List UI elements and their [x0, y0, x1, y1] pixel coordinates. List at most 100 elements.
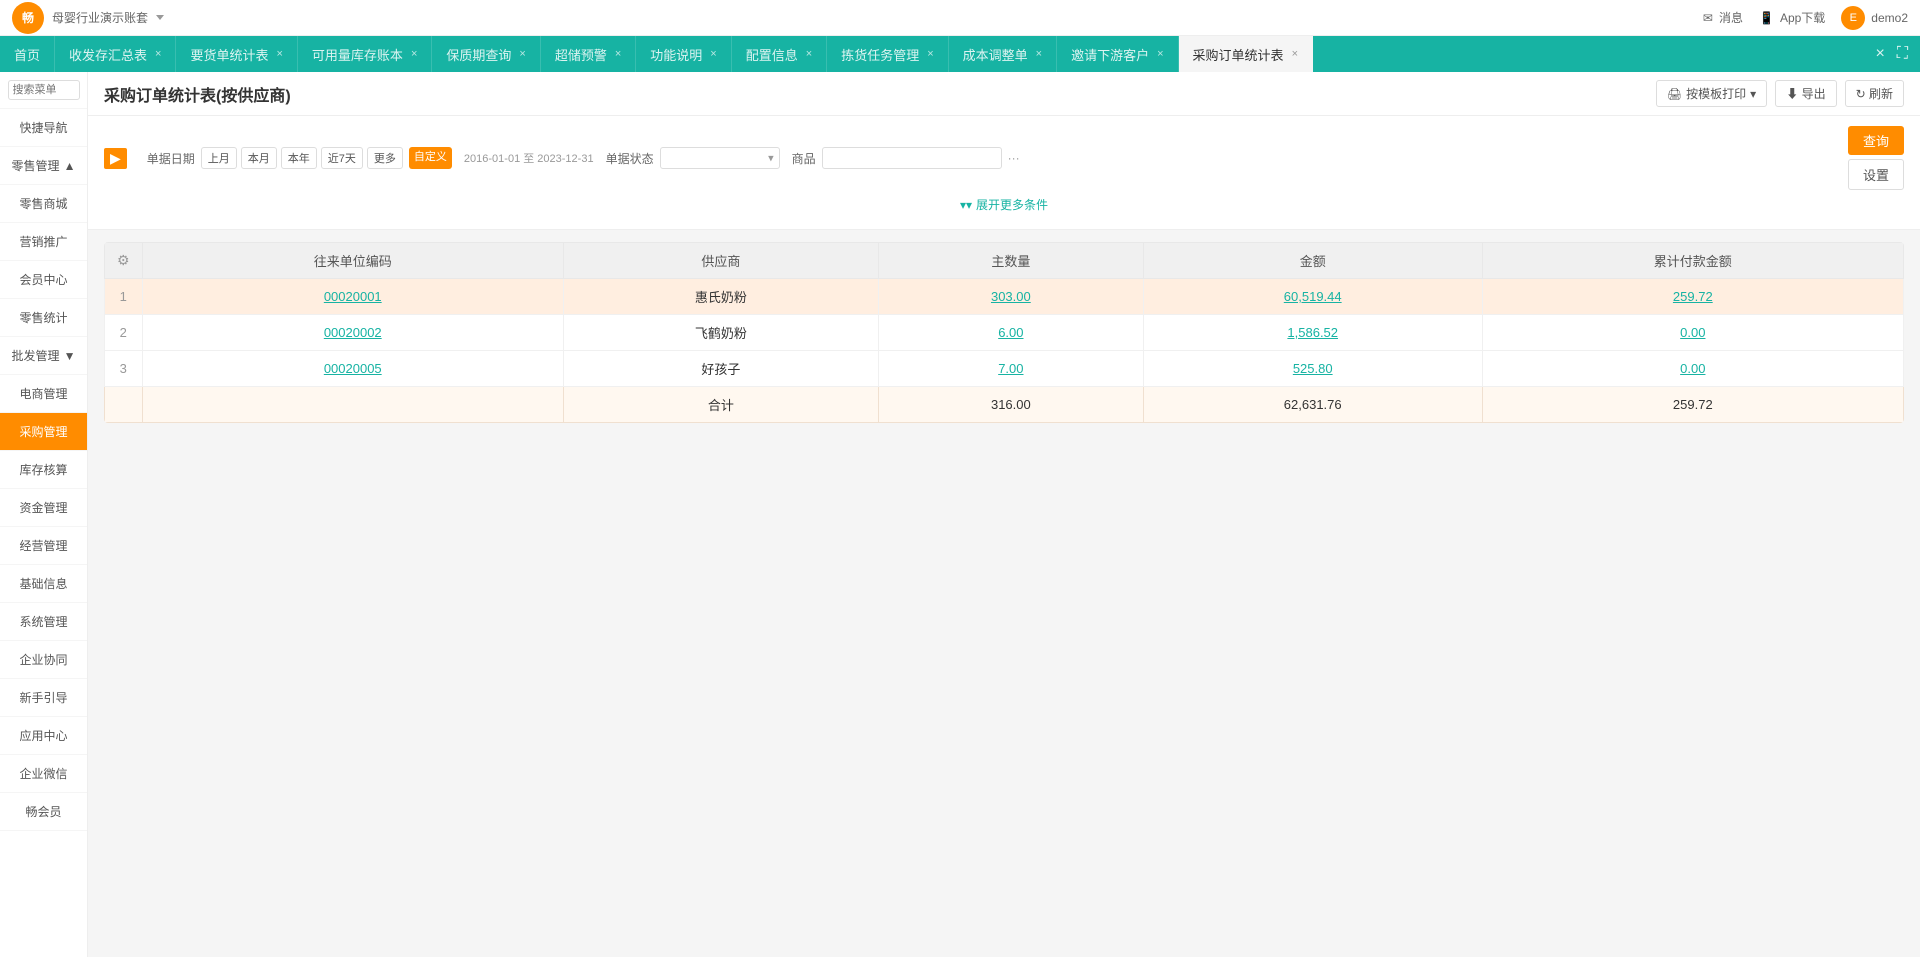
filter-row: ▶ 单据日期 上月 本月 本年 近7天 更多 自定义 2016-01-01 至 …	[104, 126, 1904, 190]
app-download-btn[interactable]: 📱 App下载	[1759, 9, 1825, 26]
more-dates-btn[interactable]: 更多	[367, 147, 403, 169]
close-icon[interactable]: ×	[927, 48, 933, 60]
close-icon[interactable]: ×	[1036, 48, 1042, 60]
sidebar-item-marketing[interactable]: 营销推广	[0, 223, 87, 261]
close-icon[interactable]: ×	[806, 48, 812, 60]
tab-available-stock[interactable]: 可用量库存账本 ×	[298, 36, 432, 72]
avatar: E	[1841, 6, 1865, 30]
export-icon: ⬇	[1786, 87, 1798, 101]
sidebar-search-area	[0, 72, 87, 109]
nav-tabs-bar: 首页 收发存汇总表 × 要货单统计表 × 可用量库存账本 × 保质期查询 × 超…	[0, 36, 1920, 72]
col-qty: 主数量	[878, 243, 1143, 279]
nav-bar-actions: × ⛶	[1871, 41, 1920, 67]
tab-cost-adjust[interactable]: 成本调整单 ×	[949, 36, 1057, 72]
close-icon[interactable]: ×	[615, 48, 621, 60]
tab-receive-summary[interactable]: 收发存汇总表 ×	[55, 36, 176, 72]
tab-invite-downstream[interactable]: 邀请下游客户 ×	[1057, 36, 1178, 72]
top-bar-right: ✉ 消息 📱 App下载 E demo2	[1703, 6, 1908, 30]
sidebar-item-operation[interactable]: 经营管理	[0, 527, 87, 565]
status-select-wrapper	[660, 147, 780, 169]
tab-expiry-query[interactable]: 保质期查询 ×	[432, 36, 540, 72]
table-row: 2 00020002 飞鹤奶粉 6.00 1,586.52 0.00	[105, 315, 1904, 351]
chevron-down-icon: ▾	[1750, 87, 1756, 101]
refresh-button[interactable]: ↻ 刷新	[1845, 80, 1904, 107]
date-quick-buttons: 上月 本月 本年 近7天 更多 自定义	[201, 147, 452, 169]
sidebar-item-retail-mall[interactable]: 零售商城	[0, 185, 87, 223]
col-settings: ⚙	[105, 243, 143, 279]
this-month-btn[interactable]: 本月	[241, 147, 277, 169]
last-7days-btn[interactable]: 近7天	[321, 147, 363, 169]
tab-order-summary[interactable]: 要货单统计表 ×	[176, 36, 297, 72]
message-icon: ✉	[1703, 11, 1713, 25]
tab-home[interactable]: 首页	[0, 36, 55, 72]
this-year-btn[interactable]: 本年	[281, 147, 317, 169]
sidebar-item-retail-mgmt[interactable]: 零售管理 ▲	[0, 147, 87, 185]
filter-bar: ▶ 单据日期 上月 本月 本年 近7天 更多 自定义 2016-01-01 至 …	[88, 116, 1920, 230]
table-area: ⚙ 往来单位编码 供应商 主数量 金额 累计付款金额 1 00020001 惠氏…	[88, 230, 1920, 957]
sidebar-item-quick-nav[interactable]: 快捷导航	[0, 109, 87, 147]
goods-input[interactable]	[822, 147, 1002, 169]
chevron-down-icon	[156, 15, 164, 20]
col-supplier: 供应商	[563, 243, 878, 279]
sidebar-item-basic-info[interactable]: 基础信息	[0, 565, 87, 603]
top-bar: 畅 母婴行业演示账套 ✉ 消息 📱 App下载 E demo2	[0, 0, 1920, 36]
status-select[interactable]	[660, 147, 780, 169]
sidebar-item-enterprise-collab[interactable]: 企业协同	[0, 641, 87, 679]
fullscreen-button[interactable]: ⛶	[1893, 41, 1912, 67]
last-month-btn[interactable]: 上月	[201, 147, 237, 169]
query-button[interactable]: 查询	[1848, 126, 1904, 155]
expand-filters-button[interactable]: ▾▾ 展开更多条件	[960, 196, 1048, 213]
sidebar-item-enterprise-wechat[interactable]: 企业微信	[0, 755, 87, 793]
tab-function-desc[interactable]: 功能说明 ×	[636, 36, 731, 72]
tab-picking-task[interactable]: 拣货任务管理 ×	[827, 36, 948, 72]
sidebar-item-purchase-mgmt[interactable]: 采购管理	[0, 413, 87, 451]
tab-purchase-summary[interactable]: 采购订单统计表 ×	[1179, 36, 1313, 72]
message-btn[interactable]: ✉ 消息	[1703, 9, 1743, 26]
download-icon: 📱	[1759, 11, 1774, 25]
col-amount: 金额	[1143, 243, 1482, 279]
sidebar-item-wholesale-mgmt[interactable]: 批发管理 ▼	[0, 337, 87, 375]
close-icon[interactable]: ×	[1157, 48, 1163, 60]
search-input[interactable]	[8, 80, 80, 100]
sidebar-item-retail-stats[interactable]: 零售统计	[0, 299, 87, 337]
company-selector[interactable]: 母婴行业演示账套	[52, 9, 164, 26]
close-icon[interactable]: ×	[1292, 48, 1298, 60]
sidebar-item-app-center[interactable]: 应用中心	[0, 717, 87, 755]
col-paid: 累计付款金额	[1482, 243, 1903, 279]
sidebar-item-member[interactable]: 畅会员	[0, 793, 87, 831]
table-row: 3 00020005 好孩子 7.00 525.80 0.00	[105, 351, 1904, 387]
tab-config-info[interactable]: 配置信息 ×	[732, 36, 827, 72]
sidebar-item-finance[interactable]: 资金管理	[0, 489, 87, 527]
sidebar-item-ecommerce[interactable]: 电商管理	[0, 375, 87, 413]
collapse-filter-button[interactable]: ▶	[104, 148, 127, 169]
chevron-down-icon: ▲	[64, 159, 76, 173]
close-icon[interactable]: ×	[519, 48, 525, 60]
close-icon[interactable]: ×	[276, 48, 282, 60]
main-layout: 快捷导航 零售管理 ▲ 零售商城 营销推广 会员中心 零售统计 批发管理 ▼ 电…	[0, 72, 1920, 957]
user-profile[interactable]: E demo2	[1841, 6, 1908, 30]
close-all-tabs-button[interactable]: ×	[1871, 41, 1888, 67]
sidebar-item-sys-mgmt[interactable]: 系统管理	[0, 603, 87, 641]
sidebar-item-new-guide[interactable]: 新手引导	[0, 679, 87, 717]
export-button[interactable]: ⬇ 导出	[1775, 80, 1836, 107]
close-icon[interactable]: ×	[710, 48, 716, 60]
settings-button[interactable]: 设置	[1848, 159, 1904, 190]
refresh-icon: ↻	[1856, 87, 1866, 101]
sidebar-item-stock-check[interactable]: 库存核算	[0, 451, 87, 489]
print-button[interactable]: 🖨 按模板打印 ▾	[1656, 80, 1767, 107]
app-logo: 畅	[12, 2, 44, 34]
more-goods-icon[interactable]: ···	[1008, 151, 1020, 165]
date-range-display: 2016-01-01 至 2023-12-31	[464, 150, 594, 166]
close-icon[interactable]: ×	[411, 48, 417, 60]
tab-overstock-warning[interactable]: 超储预警 ×	[541, 36, 636, 72]
print-icon: 🖨	[1667, 87, 1682, 101]
status-filter: 单据状态	[606, 147, 780, 169]
sidebar: 快捷导航 零售管理 ▲ 零售商城 营销推广 会员中心 零售统计 批发管理 ▼ 电…	[0, 72, 88, 957]
custom-date-tag: 自定义	[409, 147, 452, 169]
goods-filter: 商品 ···	[792, 147, 1020, 169]
chevron-down-icon: ▼	[64, 349, 76, 363]
page-header-actions: 🖨 按模板打印 ▾ ⬇ 导出 ↻ 刷新	[1656, 80, 1904, 107]
sidebar-item-member-center[interactable]: 会员中心	[0, 261, 87, 299]
close-icon[interactable]: ×	[155, 48, 161, 60]
gear-icon[interactable]: ⚙	[117, 252, 130, 268]
